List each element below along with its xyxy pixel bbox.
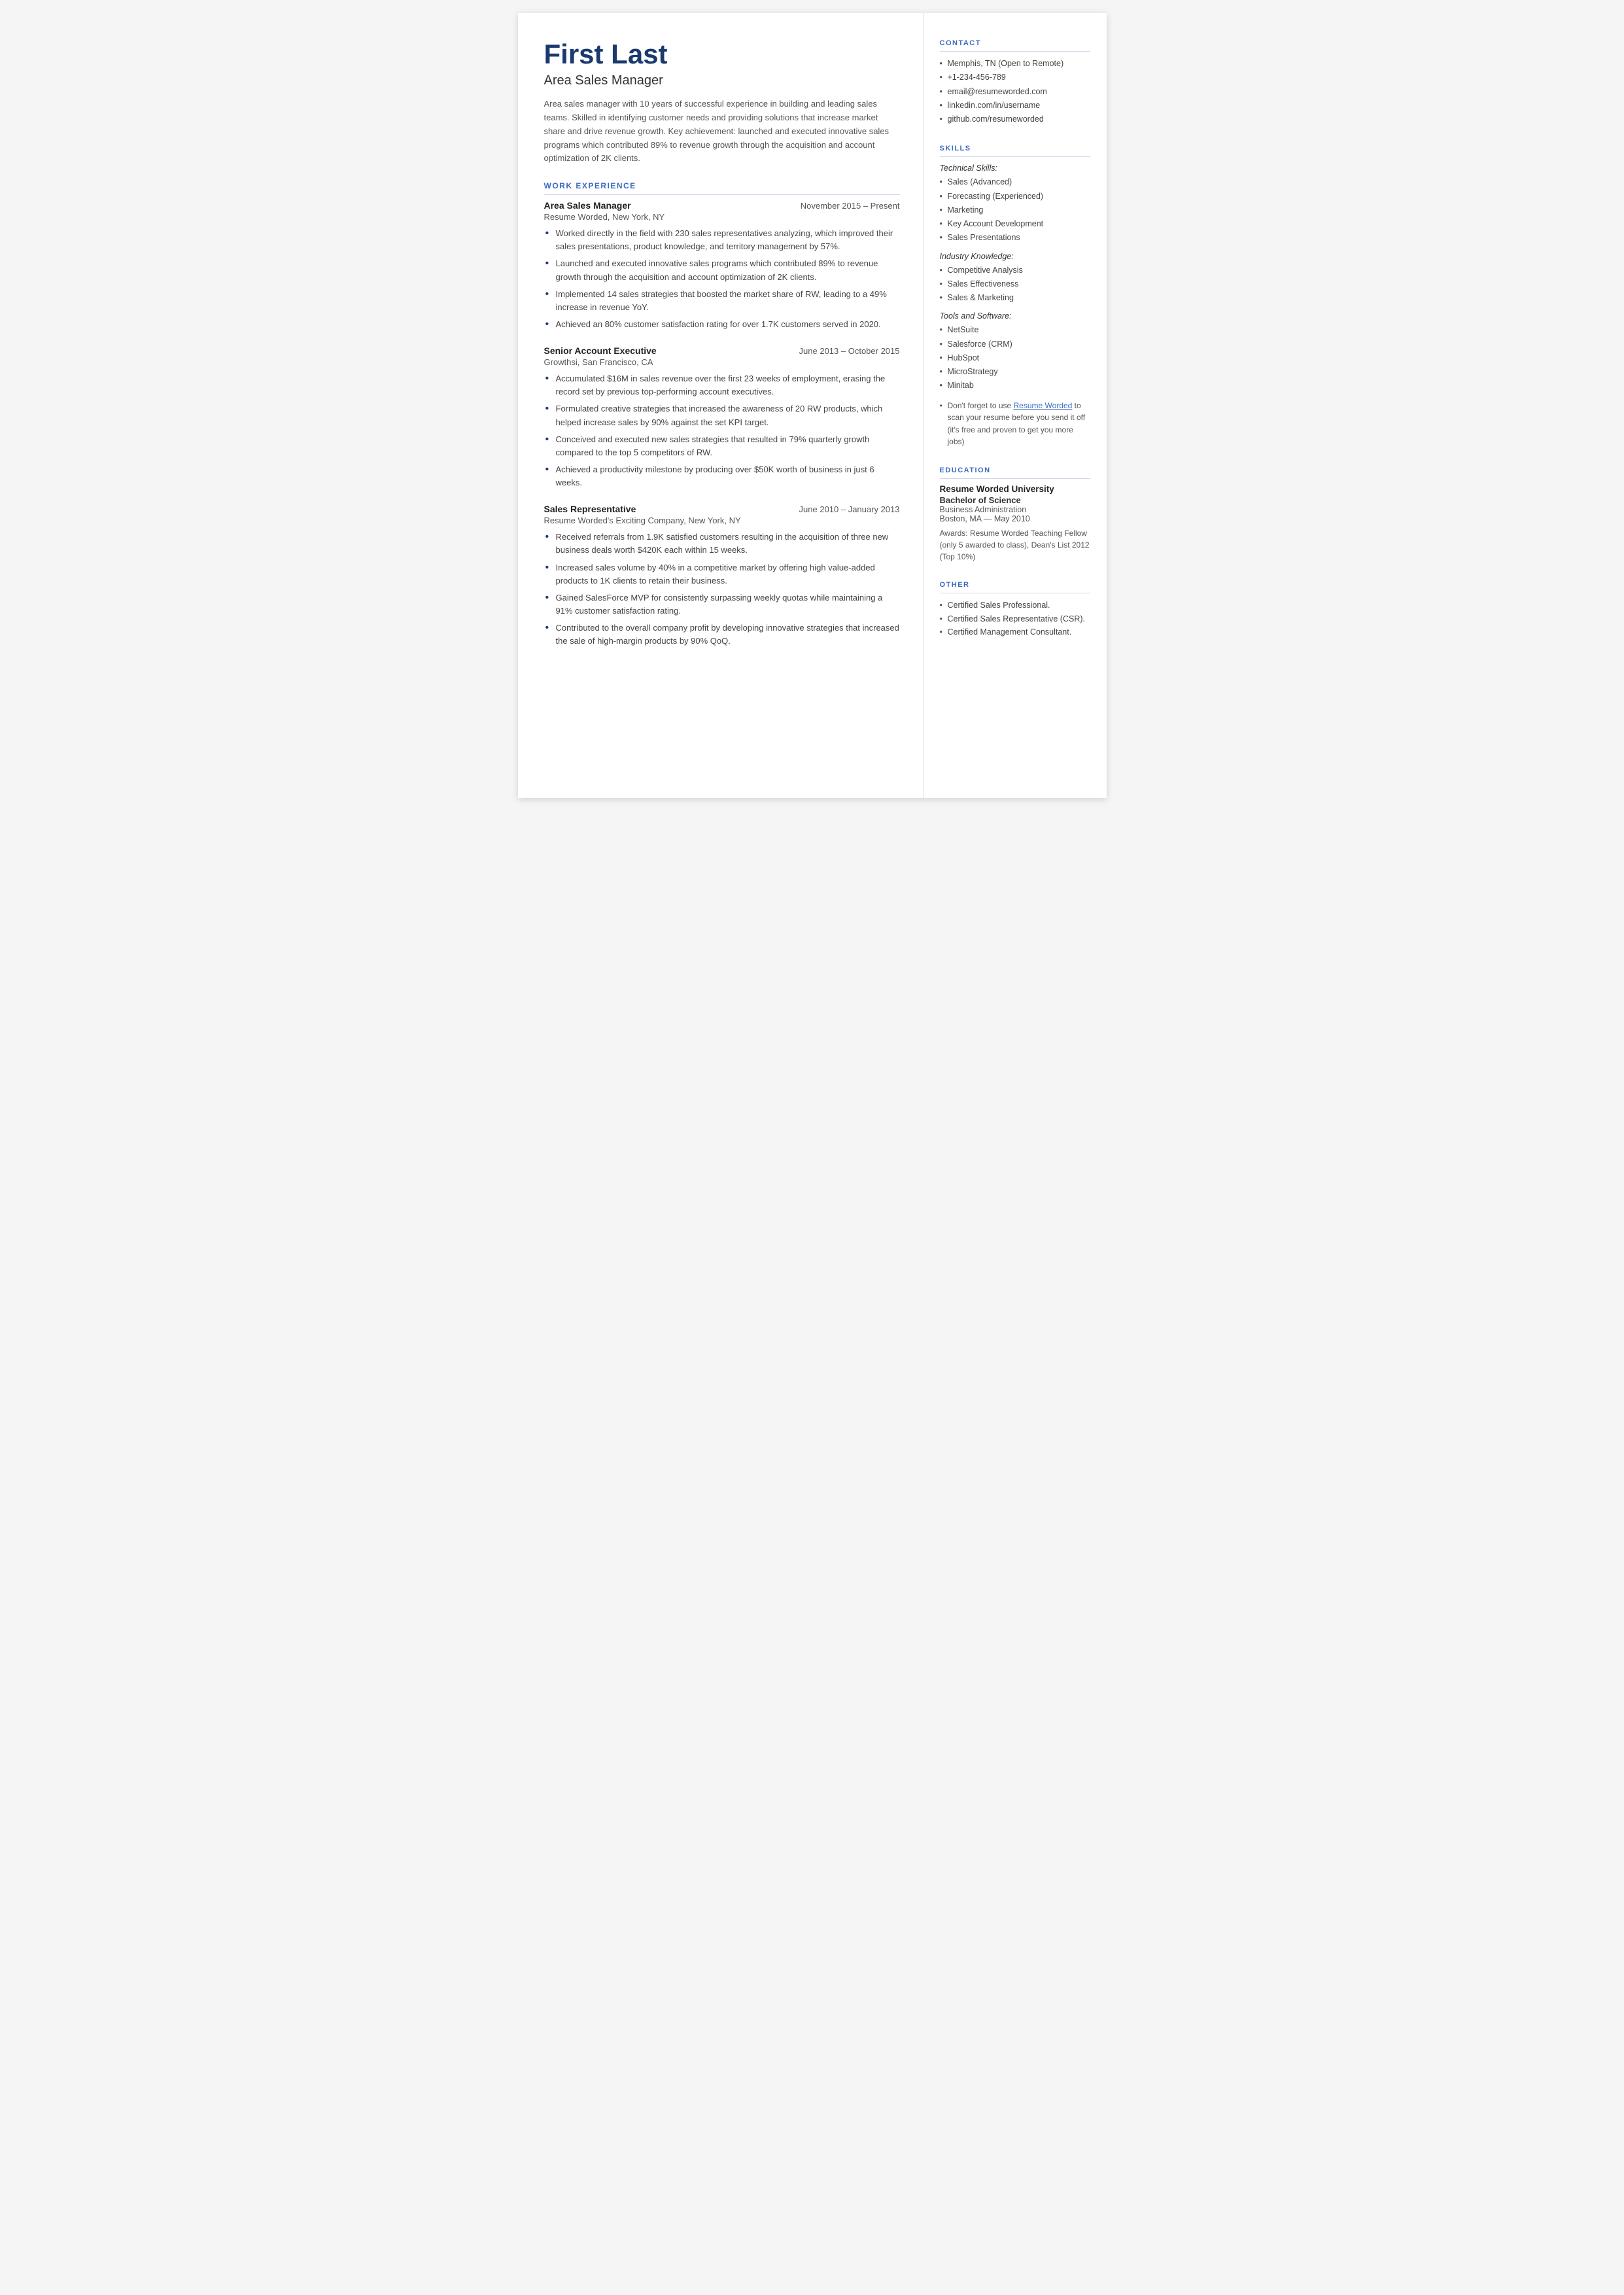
promo-link[interactable]: Resume Worded <box>1014 401 1073 410</box>
job-2-bullet-1: Accumulated $16M in sales revenue over t… <box>544 372 900 398</box>
job-2-title-row: Senior Account Executive June 2013 – Oct… <box>544 345 900 356</box>
skill-presentations: Sales Presentations <box>940 231 1090 245</box>
contact-phone: +1-234-456-789 <box>940 71 1090 84</box>
work-experience-section: WORK EXPERIENCE Area Sales Manager Novem… <box>544 181 900 648</box>
contact-email: email@resumeworded.com <box>940 85 1090 99</box>
tools-skills-list: NetSuite Salesforce (CRM) HubSpot MicroS… <box>940 323 1090 393</box>
contact-location: Memphis, TN (Open to Remote) <box>940 57 1090 71</box>
job-3-title-row: Sales Representative June 2010 – January… <box>544 504 900 514</box>
skill-marketing: Marketing <box>940 203 1090 217</box>
skill-effectiveness: Sales Effectiveness <box>940 277 1090 291</box>
job-2-title: Senior Account Executive <box>544 345 657 356</box>
contact-github: github.com/resumeworded <box>940 113 1090 126</box>
education-header: EDUCATION <box>940 466 1090 479</box>
candidate-summary: Area sales manager with 10 years of succ… <box>544 97 900 166</box>
education-section: EDUCATION Resume Worded University Bache… <box>940 466 1090 563</box>
work-experience-header: WORK EXPERIENCE <box>544 181 900 195</box>
skill-minitab: Minitab <box>940 379 1090 393</box>
tools-skills-label: Tools and Software: <box>940 311 1090 321</box>
edu-awards: Awards: Resume Worded Teaching Fellow (o… <box>940 527 1090 563</box>
job-1-bullet-2: Launched and executed innovative sales p… <box>544 257 900 283</box>
right-column: CONTACT Memphis, TN (Open to Remote) +1-… <box>924 13 1107 798</box>
job-1-dates: November 2015 – Present <box>801 201 900 211</box>
job-2-bullet-2: Formulated creative strategies that incr… <box>544 402 900 429</box>
technical-skills-list: Sales (Advanced) Forecasting (Experience… <box>940 175 1090 245</box>
skill-salesforce: Salesforce (CRM) <box>940 338 1090 351</box>
job-1-bullet-4: Achieved an 80% customer satisfaction ra… <box>544 318 900 331</box>
other-header: OTHER <box>940 581 1090 593</box>
contact-list: Memphis, TN (Open to Remote) +1-234-456-… <box>940 57 1090 126</box>
job-2: Senior Account Executive June 2013 – Oct… <box>544 345 900 489</box>
skills-section: SKILLS Technical Skills: Sales (Advanced… <box>940 145 1090 448</box>
job-3-company: Resume Worded's Exciting Company, New Yo… <box>544 516 900 525</box>
technical-skills-label: Technical Skills: <box>940 164 1090 173</box>
job-3-bullet-1: Received referrals from 1.9K satisfied c… <box>544 531 900 557</box>
skill-competitive: Competitive Analysis <box>940 264 1090 277</box>
job-3-bullet-3: Gained SalesForce MVP for consistently s… <box>544 591 900 618</box>
left-column: First Last Area Sales Manager Area sales… <box>518 13 924 798</box>
edu-location: Boston, MA — May 2010 <box>940 514 1090 523</box>
other-item-3: Certified Management Consultant. <box>940 625 1090 639</box>
skill-microstrategy: MicroStrategy <box>940 365 1090 379</box>
promo-text: Don't forget to use Resume Worded to sca… <box>940 400 1090 448</box>
job-3-title: Sales Representative <box>544 504 636 514</box>
job-2-company: Growthsi, San Francisco, CA <box>544 357 900 367</box>
job-1-bullets: Worked directly in the field with 230 sa… <box>544 227 900 331</box>
candidate-title: Area Sales Manager <box>544 73 900 88</box>
other-item-2: Certified Sales Representative (CSR). <box>940 612 1090 626</box>
job-1: Area Sales Manager November 2015 – Prese… <box>544 200 900 331</box>
job-3-bullet-4: Contributed to the overall company profi… <box>544 622 900 648</box>
job-1-bullet-1: Worked directly in the field with 230 sa… <box>544 227 900 253</box>
industry-skills-list: Competitive Analysis Sales Effectiveness… <box>940 264 1090 306</box>
job-2-bullet-4: Achieved a productivity milestone by pro… <box>544 463 900 489</box>
job-3-dates: June 2010 – January 2013 <box>799 504 900 514</box>
job-2-dates: June 2013 – October 2015 <box>799 346 900 356</box>
other-section: OTHER Certified Sales Professional. Cert… <box>940 581 1090 639</box>
job-3: Sales Representative June 2010 – January… <box>544 504 900 648</box>
contact-linkedin: linkedin.com/in/username <box>940 99 1090 113</box>
promo-prefix: Don't forget to use <box>948 401 1014 410</box>
skill-sales-marketing: Sales & Marketing <box>940 291 1090 305</box>
edu-school: Resume Worded University <box>940 484 1090 494</box>
resume-container: First Last Area Sales Manager Area sales… <box>518 13 1107 798</box>
skills-header: SKILLS <box>940 145 1090 157</box>
job-2-bullets: Accumulated $16M in sales revenue over t… <box>544 372 900 489</box>
job-1-title: Area Sales Manager <box>544 200 631 211</box>
skill-hubspot: HubSpot <box>940 351 1090 365</box>
other-item-1: Certified Sales Professional. <box>940 599 1090 612</box>
skill-key-account: Key Account Development <box>940 217 1090 231</box>
other-list: Certified Sales Professional. Certified … <box>940 599 1090 639</box>
candidate-name: First Last <box>544 39 900 69</box>
skill-forecasting: Forecasting (Experienced) <box>940 190 1090 203</box>
job-3-bullets: Received referrals from 1.9K satisfied c… <box>544 531 900 648</box>
edu-field: Business Administration <box>940 505 1090 514</box>
job-3-bullet-2: Increased sales volume by 40% in a compe… <box>544 561 900 587</box>
edu-degree: Bachelor of Science <box>940 495 1090 505</box>
promo-link-text: Resume Worded <box>1014 401 1073 410</box>
industry-skills-label: Industry Knowledge: <box>940 252 1090 261</box>
contact-section: CONTACT Memphis, TN (Open to Remote) +1-… <box>940 39 1090 126</box>
job-2-bullet-3: Conceived and executed new sales strateg… <box>544 433 900 459</box>
job-1-bullet-3: Implemented 14 sales strategies that boo… <box>544 288 900 314</box>
job-1-company: Resume Worded, New York, NY <box>544 212 900 222</box>
job-1-title-row: Area Sales Manager November 2015 – Prese… <box>544 200 900 211</box>
contact-header: CONTACT <box>940 39 1090 52</box>
skill-sales: Sales (Advanced) <box>940 175 1090 189</box>
skill-netsuite: NetSuite <box>940 323 1090 337</box>
